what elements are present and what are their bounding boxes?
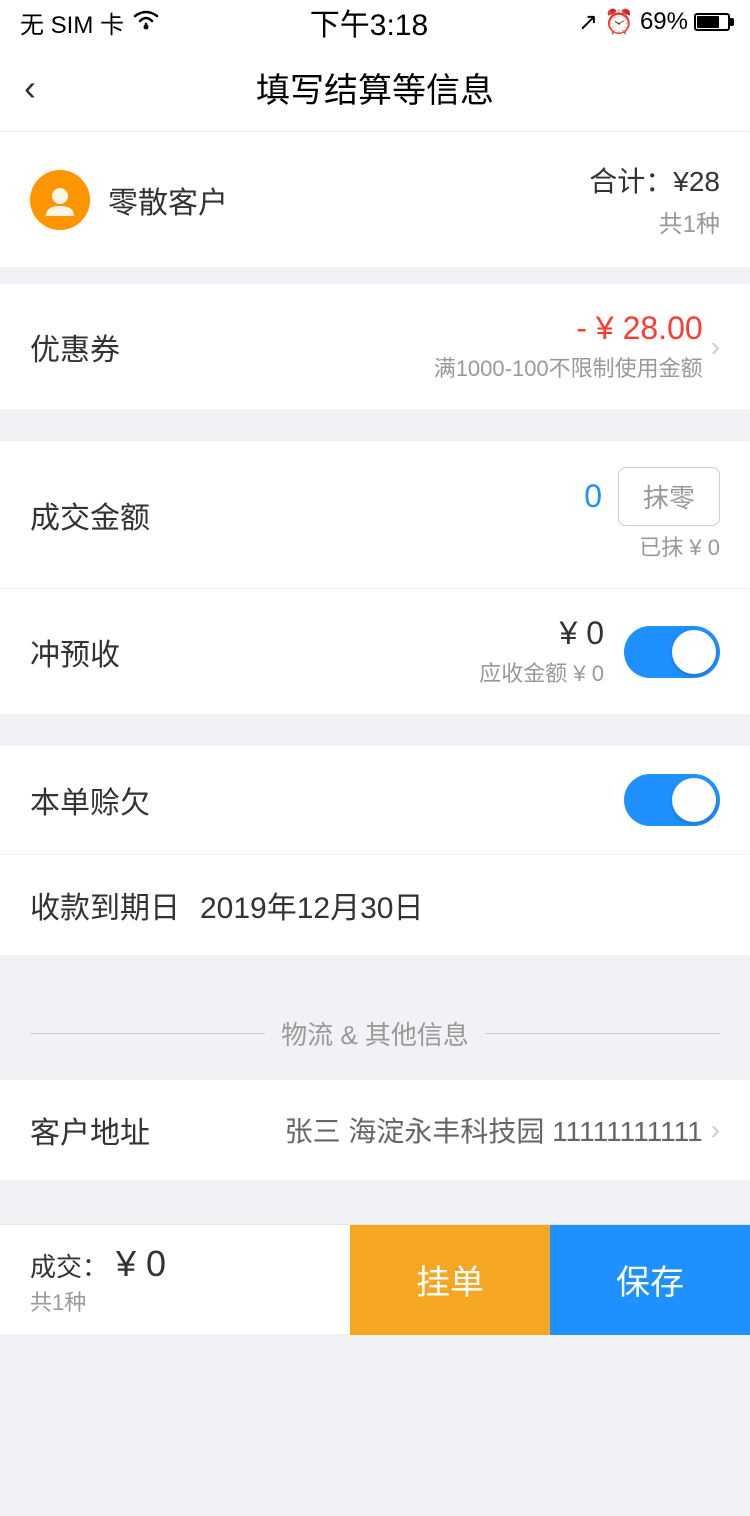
address-row[interactable]: 客户地址 张三 海淀永丰科技园 11111111111 › [0, 1080, 750, 1180]
transaction-amount-sub: 已抹 ¥ 0 [584, 530, 720, 562]
location-icon: ↗ [578, 8, 598, 37]
debt-row: 本单赊欠 [0, 746, 750, 854]
prepay-amount: ¥ 0 [479, 615, 604, 652]
address-value: 张三 海淀永丰科技园 11111111111 [285, 1110, 703, 1150]
bottom-bar: 成交： ¥ 0 共1种 挂单 保存 [0, 1224, 750, 1334]
signal-text: 无 SIM 卡 [20, 5, 124, 40]
battery-icon [694, 13, 730, 31]
due-date-label: 收款到期日 [30, 883, 180, 927]
transaction-amount-label: 成交金额 [30, 493, 150, 537]
chevron-right-icon: › [711, 331, 720, 363]
address-chevron-icon: › [711, 1114, 720, 1146]
section-divider-1 [0, 425, 750, 441]
address-label: 客户地址 [30, 1108, 150, 1152]
coupon-label: 优惠券 [30, 325, 120, 369]
total-amount: 合计：¥28 [589, 160, 720, 200]
customer-left: 零散客户 [30, 170, 228, 230]
prepay-label: 冲预收 [30, 630, 120, 674]
status-right: ↗ ⏰ 69% [578, 8, 730, 37]
page-title: 填写结算等信息 [256, 63, 494, 112]
due-date-value: 2019年12月30日 [200, 883, 423, 927]
coupon-amount: - ¥ 28.00 [434, 310, 703, 347]
hang-button[interactable]: 挂单 [350, 1225, 550, 1335]
customer-name: 零散客户 [108, 178, 228, 222]
section-divider-2 [0, 730, 750, 746]
battery-percent: 69% [640, 8, 688, 36]
avatar [30, 170, 90, 230]
bottom-summary-top: 成交： ¥ 0 [30, 1243, 320, 1285]
bottom-summary-label: 成交： [30, 1247, 108, 1284]
alarm-icon: ⏰ [604, 8, 634, 37]
transaction-amount-value: 0 [584, 478, 602, 515]
logistics-divider: 物流 & 其他信息 [30, 1015, 720, 1052]
bottom-summary-amount: ¥ 0 [116, 1243, 166, 1285]
logistics-line-right [485, 1033, 720, 1034]
wifi-icon [132, 8, 160, 37]
transaction-amount-right: 0 抹零 [584, 467, 720, 526]
total-count: 共1种 [589, 204, 720, 239]
prepay-row: 冲预收 ¥ 0 应收金额 ¥ 0 [0, 589, 750, 714]
bottom-summary: 成交： ¥ 0 共1种 [0, 1243, 350, 1317]
status-left: 无 SIM 卡 [20, 5, 160, 40]
debt-card: 本单赊欠 收款到期日 2019年12月30日 [0, 746, 750, 955]
transaction-card: 成交金额 0 抹零 已抹 ¥ 0 冲预收 ¥ 0 应收金额 ¥ 0 [0, 441, 750, 714]
address-right: 张三 海淀永丰科技园 11111111111 › [285, 1110, 720, 1150]
coupon-row[interactable]: 优惠券 - ¥ 28.00 满1000-100不限制使用金额 › [0, 283, 750, 409]
logistics-line-left [30, 1033, 265, 1034]
prepay-receivable: 应收金额 ¥ 0 [479, 656, 604, 688]
back-button[interactable]: ‹ [24, 67, 36, 109]
save-button[interactable]: 保存 [550, 1225, 750, 1335]
address-card[interactable]: 客户地址 张三 海淀永丰科技园 11111111111 › [0, 1080, 750, 1180]
transaction-amount-row: 成交金额 0 抹零 已抹 ¥ 0 [0, 441, 750, 589]
status-time: 下午3:18 [310, 0, 428, 44]
nav-bar: ‹ 填写结算等信息 [0, 44, 750, 132]
coupon-desc: 满1000-100不限制使用金额 [434, 351, 703, 383]
debt-label: 本单赊欠 [30, 778, 150, 822]
debt-toggle[interactable] [624, 774, 720, 826]
bottom-summary-count: 共1种 [30, 1285, 320, 1317]
logistics-label: 物流 & 其他信息 [281, 1015, 469, 1052]
logistics-section: 物流 & 其他信息 [0, 987, 750, 1080]
customer-card: 零散客户 合计：¥28 共1种 [0, 132, 750, 267]
customer-summary: 合计：¥28 共1种 [589, 160, 720, 239]
section-divider-3 [0, 971, 750, 987]
round-zero-button[interactable]: 抹零 [618, 467, 720, 526]
coupon-right: - ¥ 28.00 满1000-100不限制使用金额 › [434, 310, 720, 383]
coupon-card[interactable]: 优惠券 - ¥ 28.00 满1000-100不限制使用金额 › [0, 283, 750, 409]
status-bar: 无 SIM 卡 下午3:18 ↗ ⏰ 69% [0, 0, 750, 44]
customer-row: 零散客户 合计：¥28 共1种 [0, 132, 750, 267]
prepay-toggle[interactable] [624, 626, 720, 678]
due-date-row: 收款到期日 2019年12月30日 [0, 854, 750, 955]
